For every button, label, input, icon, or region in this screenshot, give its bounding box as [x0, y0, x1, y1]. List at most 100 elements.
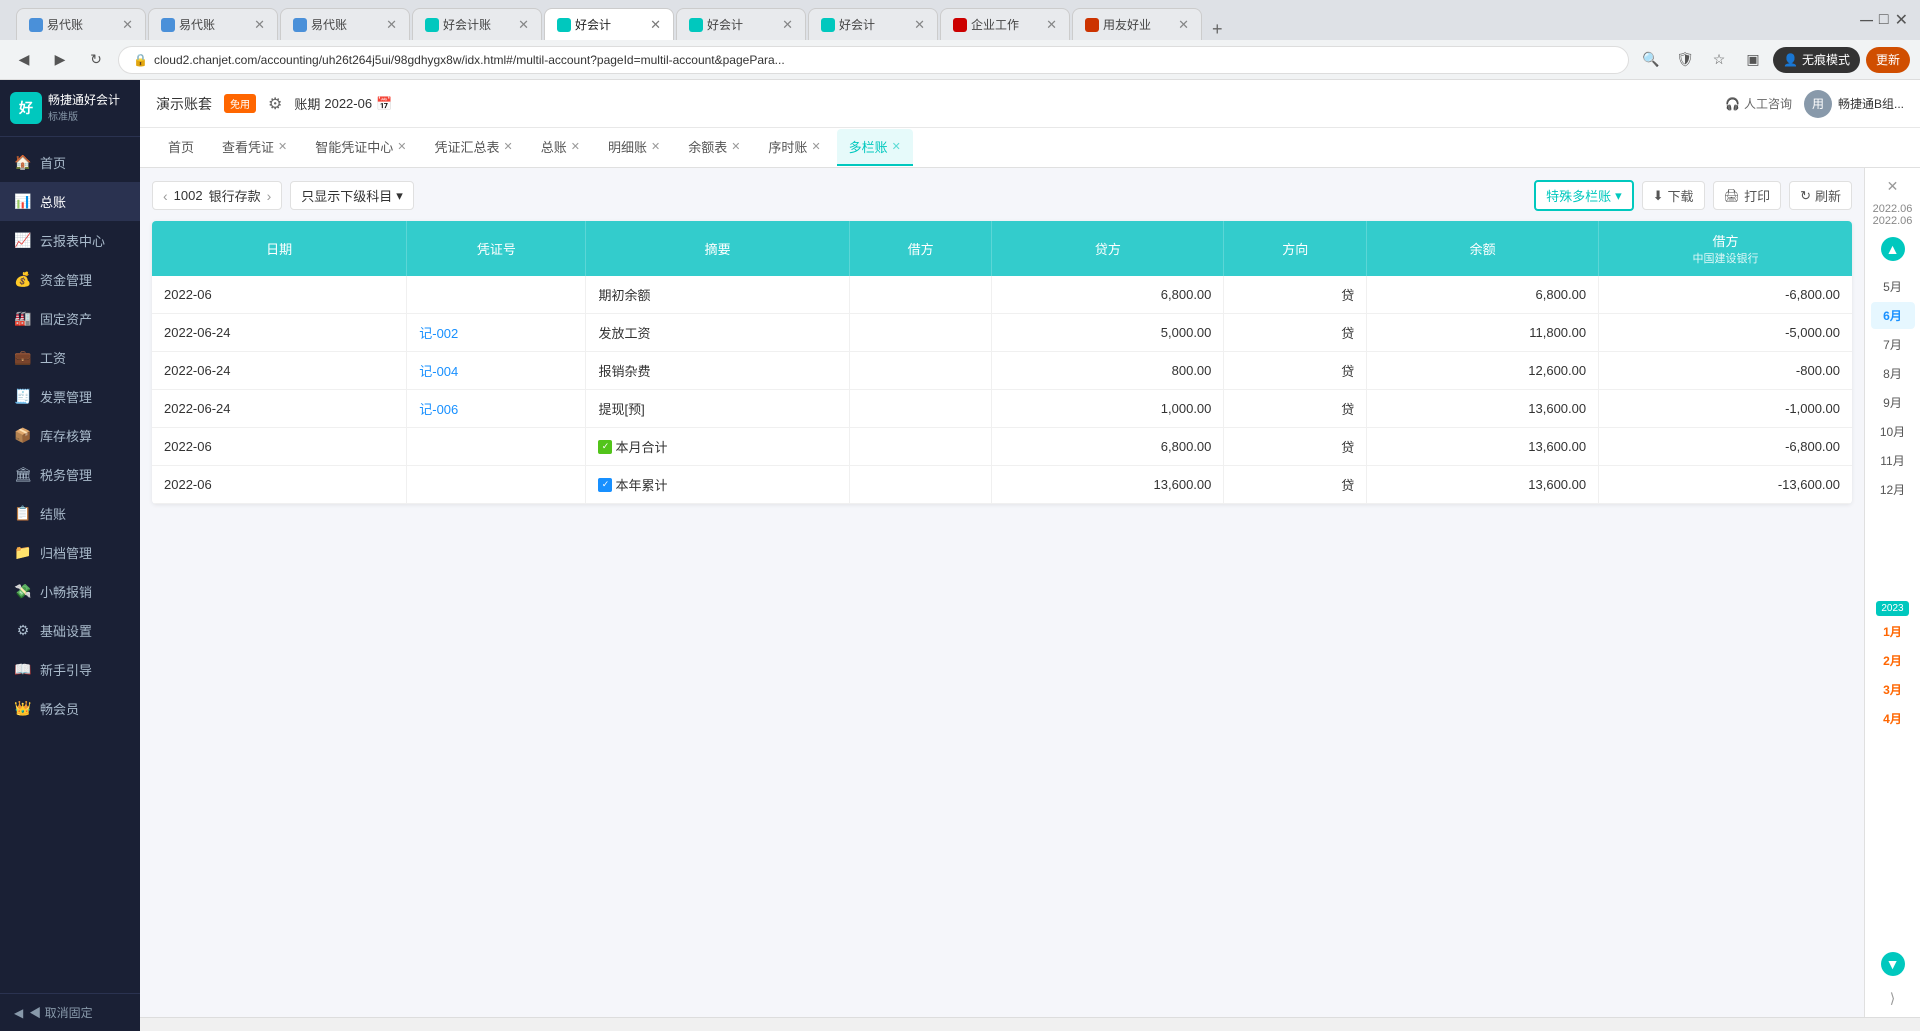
timeline-expand-button[interactable]: ⟩ — [1865, 984, 1920, 1013]
reload-button[interactable]: ↻ — [82, 46, 110, 74]
tab-close-icon[interactable]: ✕ — [571, 140, 580, 153]
shield-icon[interactable]: 🛡 — [1671, 46, 1699, 74]
timeline-month-2023-4月[interactable]: 4月 — [1871, 705, 1915, 732]
timeline-month-10月[interactable]: 10月 — [1871, 418, 1915, 445]
browser-tab-5[interactable]: 好会计✕ — [676, 8, 806, 40]
new-tab-button[interactable]: + — [1204, 19, 1231, 40]
refresh-button[interactable]: ↻ 刷新 — [1789, 181, 1852, 210]
timeline-month-7月[interactable]: 7月 — [1871, 331, 1915, 358]
tab-close-icon[interactable]: ✕ — [254, 17, 265, 33]
tab-智能凭证中心[interactable]: 智能凭证中心✕ — [303, 129, 418, 166]
browser-tab-1[interactable]: 易代账✕ — [148, 8, 278, 40]
timeline-month-11月[interactable]: 11月 — [1871, 447, 1915, 474]
next-account-button[interactable]: › — [267, 188, 272, 204]
prev-account-button[interactable]: ‹ — [163, 188, 168, 204]
browser-tab-4[interactable]: 好会计✕ — [544, 8, 674, 40]
timeline-month-5月[interactable]: 5月 — [1871, 273, 1915, 300]
maximize-btn[interactable]: □ — [1879, 11, 1889, 29]
tab-总账[interactable]: 总账✕ — [529, 129, 592, 166]
tab-close-icon[interactable]: ✕ — [386, 17, 397, 33]
browser-tab-8[interactable]: 用友好业✕ — [1072, 8, 1202, 40]
browser-tab-7[interactable]: 企业工作✕ — [940, 8, 1070, 40]
address-input[interactable]: 🔒 cloud2.chanjet.com/accounting/uh26t264… — [118, 46, 1629, 74]
tab-close-icon[interactable]: ✕ — [504, 140, 513, 153]
browser-tab-0[interactable]: 易代账✕ — [16, 8, 146, 40]
cell-date: 2022-06 — [152, 276, 407, 314]
back-button[interactable]: ◀ — [10, 46, 38, 74]
tab-close-icon[interactable]: ✕ — [122, 17, 133, 33]
sidebar-item-总账[interactable]: 📊总账 — [0, 182, 140, 221]
sidebar-item-首页[interactable]: 🏠首页 — [0, 143, 140, 182]
voucher-link[interactable]: 记-006 — [419, 402, 458, 417]
tab-查看凭证[interactable]: 查看凭证✕ — [210, 129, 299, 166]
tab-close-icon[interactable]: ✕ — [892, 140, 901, 153]
timeline-month-2023-1月[interactable]: 1月 — [1871, 618, 1915, 645]
tab-close-icon[interactable]: ✕ — [1046, 17, 1057, 33]
sidebar-item-发票管理[interactable]: 🧾发票管理 — [0, 377, 140, 416]
tab-凭证汇总表[interactable]: 凭证汇总表✕ — [422, 129, 524, 166]
sidebar-toggle-icon[interactable]: ▣ — [1739, 46, 1767, 74]
close-btn[interactable]: ✕ — [1895, 10, 1908, 30]
sidebar-item-资金管理[interactable]: 💰资金管理 — [0, 260, 140, 299]
special-multi-button[interactable]: 特殊多栏账 ▾ — [1534, 180, 1634, 211]
sidebar-item-工资[interactable]: 💼工资 — [0, 338, 140, 377]
tab-close-icon[interactable]: ✕ — [650, 17, 661, 33]
print-button[interactable]: 🖨 打印 — [1713, 181, 1782, 210]
update-button[interactable]: 更新 — [1866, 47, 1910, 73]
sidebar-item-畅会员[interactable]: 👑畅会员 — [0, 689, 140, 728]
sidebar-item-税务管理[interactable]: 🏛税务管理 — [0, 455, 140, 494]
timeline-month-12月[interactable]: 12月 — [1871, 476, 1915, 503]
no-trace-button[interactable]: 👤 无痕模式 — [1773, 47, 1860, 73]
tab-close-icon[interactable]: ✕ — [782, 17, 793, 33]
service-button[interactable]: 🎧 人工咨询 — [1725, 95, 1792, 112]
sidebar-item-库存核算[interactable]: 📦库存核算 — [0, 416, 140, 455]
minimize-btn[interactable]: ─ — [1860, 10, 1873, 31]
timeline-up-button[interactable]: ▲ — [1881, 237, 1905, 261]
settings-icon[interactable]: ⚙ — [268, 94, 282, 114]
filter-dropdown[interactable]: 只显示下级科目 ▾ — [290, 181, 414, 210]
timeline-month-2023-2月[interactable]: 2月 — [1871, 647, 1915, 674]
tab-close-icon[interactable]: ✕ — [651, 140, 660, 153]
cell-credit: 6,800.00 — [992, 276, 1224, 314]
user-info[interactable]: 用 畅捷通B组... — [1804, 90, 1904, 118]
tab-close-icon[interactable]: ✕ — [1178, 17, 1189, 33]
search-icon[interactable]: 🔍 — [1637, 46, 1665, 74]
tab-close-icon[interactable]: ✕ — [518, 17, 529, 33]
sidebar-item-固定资产[interactable]: 🏭固定资产 — [0, 299, 140, 338]
timeline-month-2023-3月[interactable]: 3月 — [1871, 676, 1915, 703]
tab-明细账[interactable]: 明细账✕ — [596, 129, 672, 166]
sidebar-item-小畅报销[interactable]: 💸小畅报销 — [0, 572, 140, 611]
sidebar-item-结账[interactable]: 📋结账 — [0, 494, 140, 533]
period-selector[interactable]: 账期 2022-06 📅 — [294, 94, 392, 113]
browser-tab-6[interactable]: 好会计✕ — [808, 8, 938, 40]
timeline-down-button[interactable]: ▼ — [1881, 952, 1905, 976]
forward-button[interactable]: ▶ — [46, 46, 74, 74]
summary-text: 提现[预] — [598, 402, 644, 417]
browser-tab-2[interactable]: 易代账✕ — [280, 8, 410, 40]
timeline-month-6月[interactable]: 6月 — [1871, 302, 1915, 329]
tab-余额表[interactable]: 余额表✕ — [676, 129, 752, 166]
sidebar-item-新手引导[interactable]: 📖新手引导 — [0, 650, 140, 689]
voucher-link[interactable]: 记-004 — [419, 364, 458, 379]
tab-close-icon[interactable]: ✕ — [731, 140, 740, 153]
tab-close-icon[interactable]: ✕ — [278, 140, 287, 153]
tab-close-icon[interactable]: ✕ — [811, 140, 820, 153]
cell-summary: ✓本年累计 — [586, 466, 849, 504]
browser-tab-3[interactable]: 好会计账✕ — [412, 8, 542, 40]
tab-close-icon[interactable]: ✕ — [397, 140, 406, 153]
timeline-month-8月[interactable]: 8月 — [1871, 360, 1915, 387]
sidebar-item-归档管理[interactable]: 📁归档管理 — [0, 533, 140, 572]
star-icon[interactable]: ☆ — [1705, 46, 1733, 74]
sidebar-item-基础设置[interactable]: ⚙基础设置 — [0, 611, 140, 650]
timeline-month-9月[interactable]: 9月 — [1871, 389, 1915, 416]
tab-多栏账[interactable]: 多栏账✕ — [837, 129, 913, 166]
download-button[interactable]: ⬇ 下载 — [1642, 181, 1705, 210]
timeline-close-button[interactable]: ✕ — [1865, 172, 1920, 201]
bottom-scrollbar[interactable] — [140, 1017, 1920, 1031]
tab-序时账[interactable]: 序时账✕ — [756, 129, 832, 166]
sidebar-item-云报表中心[interactable]: 📈云报表中心 — [0, 221, 140, 260]
tab-首页[interactable]: 首页 — [156, 129, 206, 166]
unpin-button[interactable]: ◀ ◀ 取消固定 — [0, 993, 140, 1031]
voucher-link[interactable]: 记-002 — [419, 326, 458, 341]
tab-close-icon[interactable]: ✕ — [914, 17, 925, 33]
